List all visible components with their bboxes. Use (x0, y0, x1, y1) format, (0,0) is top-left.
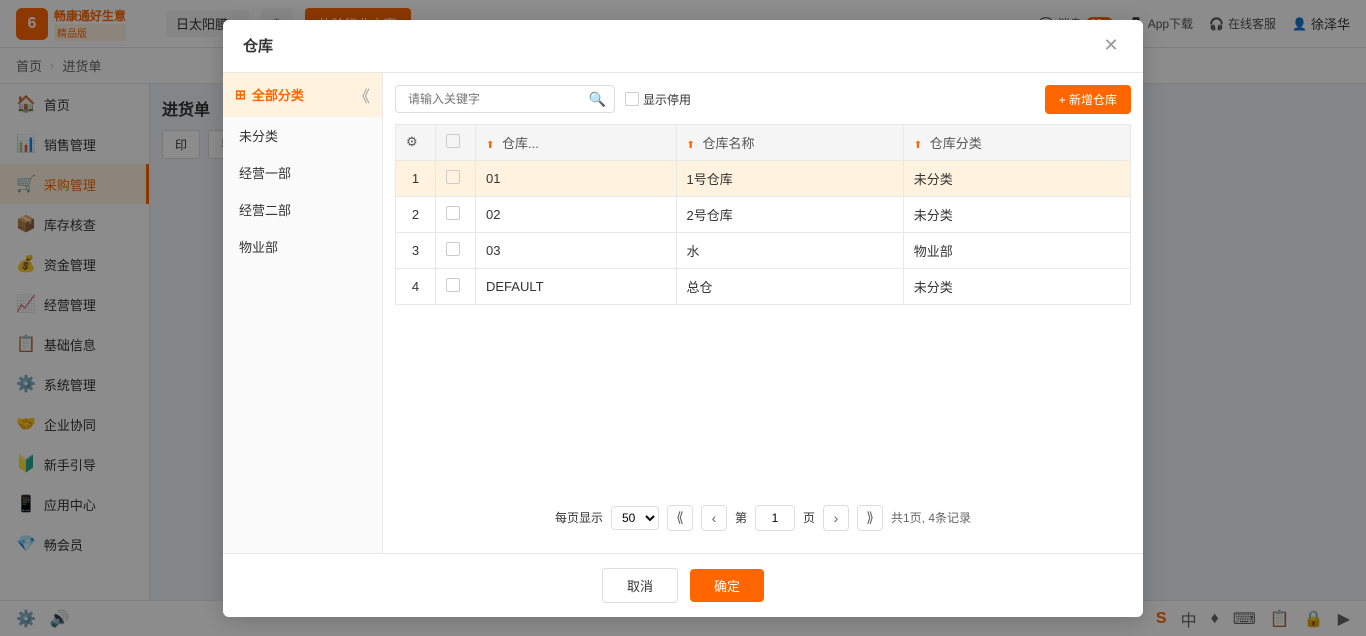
warehouse-table: ⚙ ⬆ 仓库... ⬆ 仓库名称 (395, 124, 1131, 305)
confirm-button[interactable]: 确定 (690, 569, 764, 602)
row-code: 01 (476, 160, 677, 196)
sort-icon-cat: ⬆ (914, 140, 922, 151)
show-disabled-checkbox[interactable]: 显示停用 (625, 91, 691, 108)
row-category: 未分类 (903, 160, 1130, 196)
sort-icon: ⬆ (486, 140, 494, 151)
category-property[interactable]: 物业部 (223, 228, 382, 265)
table-row[interactable]: 2 02 2号仓库 未分类 (396, 196, 1131, 232)
row-name: 2号仓库 (676, 196, 903, 232)
category-unclassified[interactable]: 未分类 (223, 117, 382, 154)
total-info: 共1页, 4条记录 (891, 509, 971, 526)
warehouse-dialog: 仓库 ✕ ⊞ 全部分类 《 未分类 经营一部 经营二部 物业部 (223, 20, 1143, 617)
last-page-button[interactable]: ⟫ (857, 505, 883, 531)
all-categories-item[interactable]: ⊞ 全部分类 《 (223, 73, 382, 117)
all-categories-label: ⊞ 全部分类 (235, 85, 304, 104)
row-code: 03 (476, 232, 677, 268)
next-page-button[interactable]: › (823, 505, 849, 531)
page-size-select[interactable]: 50 (611, 506, 659, 530)
table-row[interactable]: 4 DEFAULT 总仓 未分类 (396, 268, 1131, 304)
row-checkbox[interactable] (436, 196, 476, 232)
row-name: 总仓 (676, 268, 903, 304)
row-num: 4 (396, 268, 436, 304)
row-name: 1号仓库 (676, 160, 903, 196)
dialog-overlay: 仓库 ✕ ⊞ 全部分类 《 未分类 经营一部 经营二部 物业部 (0, 0, 1366, 636)
table-row[interactable]: 3 03 水 物业部 (396, 232, 1131, 268)
th-code: ⬆ 仓库... (476, 124, 677, 160)
row-category: 未分类 (903, 196, 1130, 232)
pagination-bar: 每页显示 50 ⟪ ‹ 第 页 › ⟫ 共1页, 4条记录 (395, 495, 1131, 541)
row-checkbox[interactable] (436, 268, 476, 304)
th-name: ⬆ 仓库名称 (676, 124, 903, 160)
row-code: DEFAULT (476, 268, 677, 304)
collapse-icon[interactable]: 《 (354, 83, 370, 107)
first-page-button[interactable]: ⟪ (667, 505, 693, 531)
dialog-close-button[interactable]: ✕ (1099, 34, 1123, 58)
row-checkbox[interactable] (436, 232, 476, 268)
table-row[interactable]: 1 01 1号仓库 未分类 (396, 160, 1131, 196)
cancel-button[interactable]: 取消 (602, 568, 678, 603)
prev-page-button[interactable]: ‹ (701, 505, 727, 531)
category-sidebar: ⊞ 全部分类 《 未分类 经营一部 经营二部 物业部 (223, 73, 383, 553)
row-num: 1 (396, 160, 436, 196)
row-checkbox[interactable] (436, 160, 476, 196)
table-toolbar: 🔍 显示停用 + 新增仓库 (395, 85, 1131, 114)
header-checkbox[interactable] (446, 134, 460, 148)
table-header-row: ⚙ ⬆ 仓库... ⬆ 仓库名称 (396, 124, 1131, 160)
dialog-title: 仓库 (243, 35, 273, 56)
th-category: ⬆ 仓库分类 (903, 124, 1130, 160)
th-checkbox (436, 124, 476, 160)
add-warehouse-button[interactable]: + 新增仓库 (1045, 85, 1131, 114)
search-input-wrap: 🔍 (395, 85, 615, 113)
row-name: 水 (676, 232, 903, 268)
search-icon[interactable]: 🔍 (589, 91, 606, 108)
grid-icon: ⊞ (235, 87, 246, 103)
dialog-header: 仓库 ✕ (223, 20, 1143, 73)
row-num: 2 (396, 196, 436, 232)
table-scroll-area: ⚙ ⬆ 仓库... ⬆ 仓库名称 (395, 124, 1131, 495)
search-input[interactable] (404, 86, 589, 112)
dialog-footer: 取消 确定 (223, 553, 1143, 617)
dialog-body: ⊞ 全部分类 《 未分类 经营一部 经营二部 物业部 🔍 (223, 73, 1143, 553)
sort-icon-name: ⬆ (687, 140, 695, 151)
row-category: 未分类 (903, 268, 1130, 304)
table-body: 1 01 1号仓库 未分类 2 02 2号仓库 (396, 160, 1131, 304)
row-num: 3 (396, 232, 436, 268)
table-area: 🔍 显示停用 + 新增仓库 ⚙ (383, 73, 1143, 553)
table-header: ⚙ ⬆ 仓库... ⬆ 仓库名称 (396, 124, 1131, 160)
category-operations-2[interactable]: 经营二部 (223, 191, 382, 228)
row-category: 物业部 (903, 232, 1130, 268)
page-number-input[interactable] (755, 505, 795, 531)
th-settings: ⚙ (396, 124, 436, 160)
category-operations-1[interactable]: 经营一部 (223, 154, 382, 191)
row-code: 02 (476, 196, 677, 232)
checkbox-icon (625, 92, 639, 106)
